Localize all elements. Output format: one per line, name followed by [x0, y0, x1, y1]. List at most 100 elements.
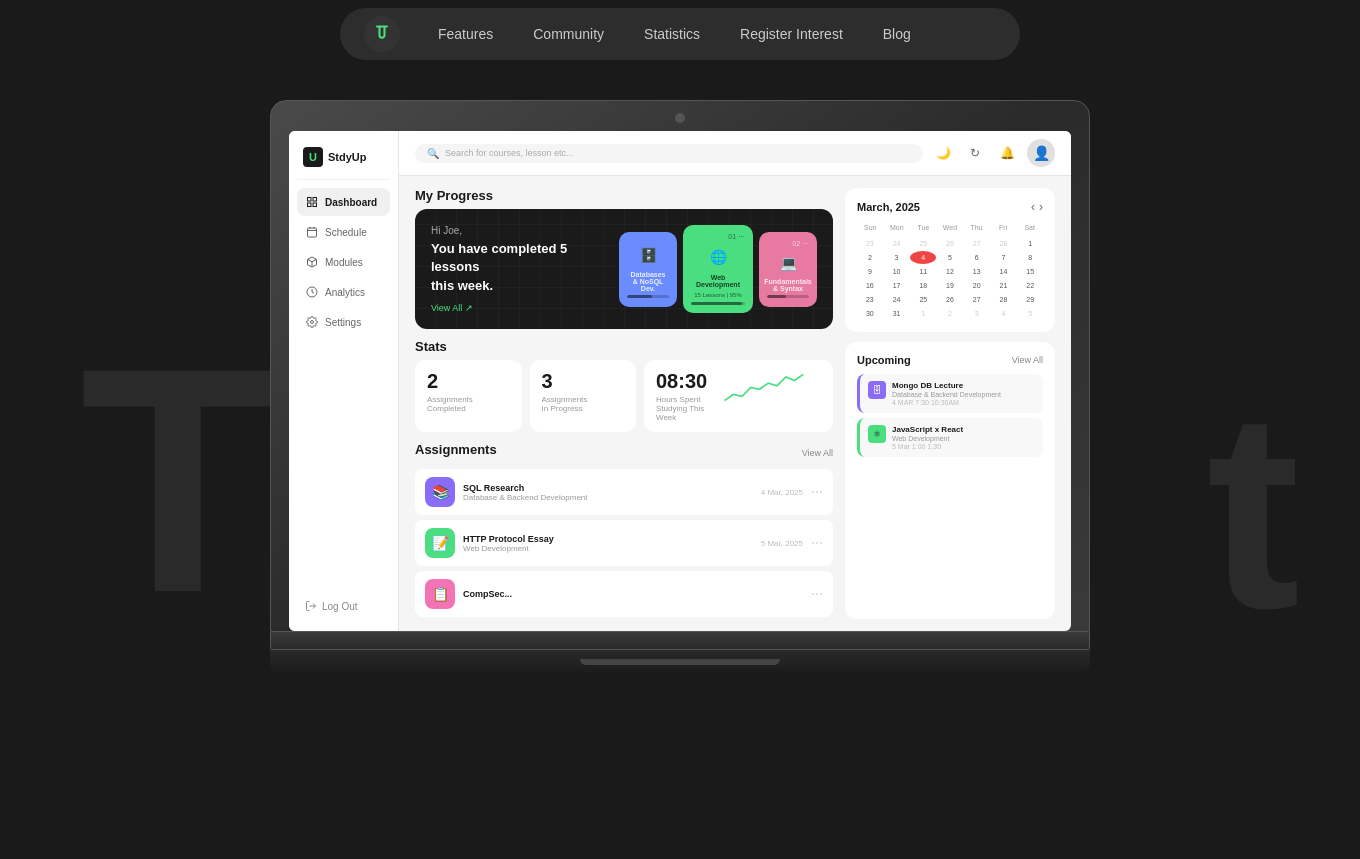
progress-section: My Progress Hi Joe, You have completed 5… — [415, 188, 833, 329]
cal-date[interactable]: 2 — [937, 307, 963, 320]
assignments-view-all[interactable]: View All — [802, 448, 833, 458]
cal-date[interactable]: 13 — [964, 265, 990, 278]
cal-date[interactable]: 30 — [857, 307, 883, 320]
svg-point-12 — [311, 321, 314, 324]
nav-item-statistics[interactable]: Statistics — [626, 20, 718, 48]
left-column: My Progress Hi Joe, You have completed 5… — [415, 188, 833, 619]
cal-date[interactable]: 5 — [1017, 307, 1043, 320]
cal-date[interactable]: 10 — [884, 265, 910, 278]
cal-date[interactable]: 19 — [937, 279, 963, 292]
cal-date[interactable]: 25 — [910, 237, 936, 250]
cal-date[interactable]: 8 — [1017, 251, 1043, 264]
upcoming-icon-1: 🗄 — [868, 381, 886, 399]
upcoming-view-all[interactable]: View All — [1012, 355, 1043, 365]
calendar-prev[interactable]: ‹ — [1031, 200, 1035, 214]
bell-icon[interactable]: 🔔 — [995, 141, 1019, 165]
refresh-icon[interactable]: ↻ — [963, 141, 987, 165]
cal-date-today[interactable]: 4 — [910, 251, 936, 264]
cal-date[interactable]: 25 — [910, 293, 936, 306]
hero-view-all[interactable]: View All ↗ — [431, 303, 619, 313]
assignment-menu-3[interactable]: ⋯ — [811, 587, 823, 601]
cal-date[interactable]: 23 — [857, 293, 883, 306]
stats-label-progress: AssignmentsIn Progress — [542, 395, 625, 413]
sidebar-item-dashboard[interactable]: Dashboard — [297, 188, 390, 216]
hero-cards-row: 🗄️ Databases& NoSQL Dev. 01 ⋯ 🌐 — [619, 225, 817, 313]
cal-date[interactable]: 29 — [1017, 293, 1043, 306]
cal-date[interactable]: 14 — [991, 265, 1017, 278]
cal-date[interactable]: 3 — [884, 251, 910, 264]
calendar-next[interactable]: › — [1039, 200, 1043, 214]
calendar-dates: 23 24 25 26 27 28 1 2 — [857, 237, 1043, 320]
cal-date[interactable]: 17 — [884, 279, 910, 292]
nav-item-blog[interactable]: Blog — [865, 20, 929, 48]
cal-date[interactable]: 26 — [937, 293, 963, 306]
cal-date[interactable]: 27 — [964, 293, 990, 306]
sidebar-item-settings[interactable]: Settings — [297, 308, 390, 336]
mini-card-3-label: Fundamentals& Syntax — [764, 278, 811, 292]
mini-card-1-label: Databases& NoSQL Dev. — [627, 271, 669, 292]
cal-date[interactable]: 7 — [991, 251, 1017, 264]
cal-date[interactable]: 4 — [991, 307, 1017, 320]
cal-date[interactable]: 12 — [937, 265, 963, 278]
assignments-title: Assignments — [415, 442, 497, 457]
cal-date[interactable]: 2 — [857, 251, 883, 264]
cal-date[interactable]: 31 — [884, 307, 910, 320]
cal-date[interactable]: 15 — [1017, 265, 1043, 278]
laptop-notch — [675, 113, 685, 123]
cal-date[interactable]: 28 — [991, 237, 1017, 250]
cal-date[interactable]: 5 — [937, 251, 963, 264]
nav-item-features[interactable]: Features — [420, 20, 511, 48]
cal-date[interactable]: 9 — [857, 265, 883, 278]
upcoming-event-sub-2: Web Development — [892, 435, 1035, 442]
cal-date[interactable]: 1 — [910, 307, 936, 320]
user-avatar[interactable]: 👤 — [1027, 139, 1055, 167]
cal-date[interactable]: 6 — [964, 251, 990, 264]
nav-logo[interactable] — [364, 16, 400, 52]
upcoming-header: Upcoming View All — [857, 354, 1043, 366]
laptop-base — [270, 632, 1090, 650]
cal-date[interactable]: 16 — [857, 279, 883, 292]
stats-section: Stats 2 AssignmentsCompleted 3 — [415, 339, 833, 432]
moon-icon[interactable]: 🌙 — [931, 141, 955, 165]
hero-greeting: Hi Joe, — [431, 225, 619, 236]
search-placeholder: Search for courses, lesson etc... — [445, 148, 574, 158]
assignment-sub-1: Database & Backend Development — [463, 493, 753, 502]
sidebar-item-schedule[interactable]: Schedule — [297, 218, 390, 246]
cal-date[interactable]: 21 — [991, 279, 1017, 292]
cal-date[interactable]: 11 — [910, 265, 936, 278]
cal-date[interactable]: 18 — [910, 279, 936, 292]
cal-date[interactable]: 27 — [964, 237, 990, 250]
day-fri: Fri — [990, 222, 1017, 233]
cal-date[interactable]: 28 — [991, 293, 1017, 306]
logout-button[interactable]: Log Out — [297, 593, 390, 619]
stats-title: Stats — [415, 339, 833, 354]
cal-date[interactable]: 24 — [884, 293, 910, 306]
nav-item-register[interactable]: Register Interest — [722, 20, 861, 48]
sidebar-item-analytics[interactable]: Analytics — [297, 278, 390, 306]
cal-date[interactable]: 3 — [964, 307, 990, 320]
assignment-menu-2[interactable]: ⋯ — [811, 536, 823, 550]
cal-date[interactable]: 26 — [937, 237, 963, 250]
hero-message: You have completed 5 lessonsthis week. — [431, 240, 619, 295]
sidebar-item-modules[interactable]: Modules — [297, 248, 390, 276]
assignment-title-1: SQL Research — [463, 483, 753, 493]
assignment-menu-1[interactable]: ⋯ — [811, 485, 823, 499]
day-sun: Sun — [857, 222, 884, 233]
nav-item-community[interactable]: Community — [515, 20, 622, 48]
cal-date[interactable]: 24 — [884, 237, 910, 250]
svg-rect-1 — [313, 198, 317, 202]
assignments-section: Assignments View All 📚 SQL Research Data… — [415, 442, 833, 619]
cal-date[interactable]: 1 — [1017, 237, 1043, 250]
assignment-icon-3: 📋 — [425, 579, 455, 609]
main-content: 🔍 Search for courses, lesson etc... 🌙 ↻ … — [399, 131, 1071, 631]
modules-label: Modules — [325, 257, 363, 268]
cal-date[interactable]: 20 — [964, 279, 990, 292]
cal-date[interactable]: 22 — [1017, 279, 1043, 292]
cal-date[interactable]: 23 — [857, 237, 883, 250]
mini-card-2-lessons: 15 Lessons | 95% — [694, 292, 742, 298]
search-bar[interactable]: 🔍 Search for courses, lesson etc... — [415, 144, 923, 163]
day-thu: Thu — [963, 222, 990, 233]
svg-rect-3 — [308, 203, 312, 207]
mini-card-2-icon: 🌐 — [706, 245, 730, 269]
assignment-sub-2: Web Development — [463, 544, 753, 553]
